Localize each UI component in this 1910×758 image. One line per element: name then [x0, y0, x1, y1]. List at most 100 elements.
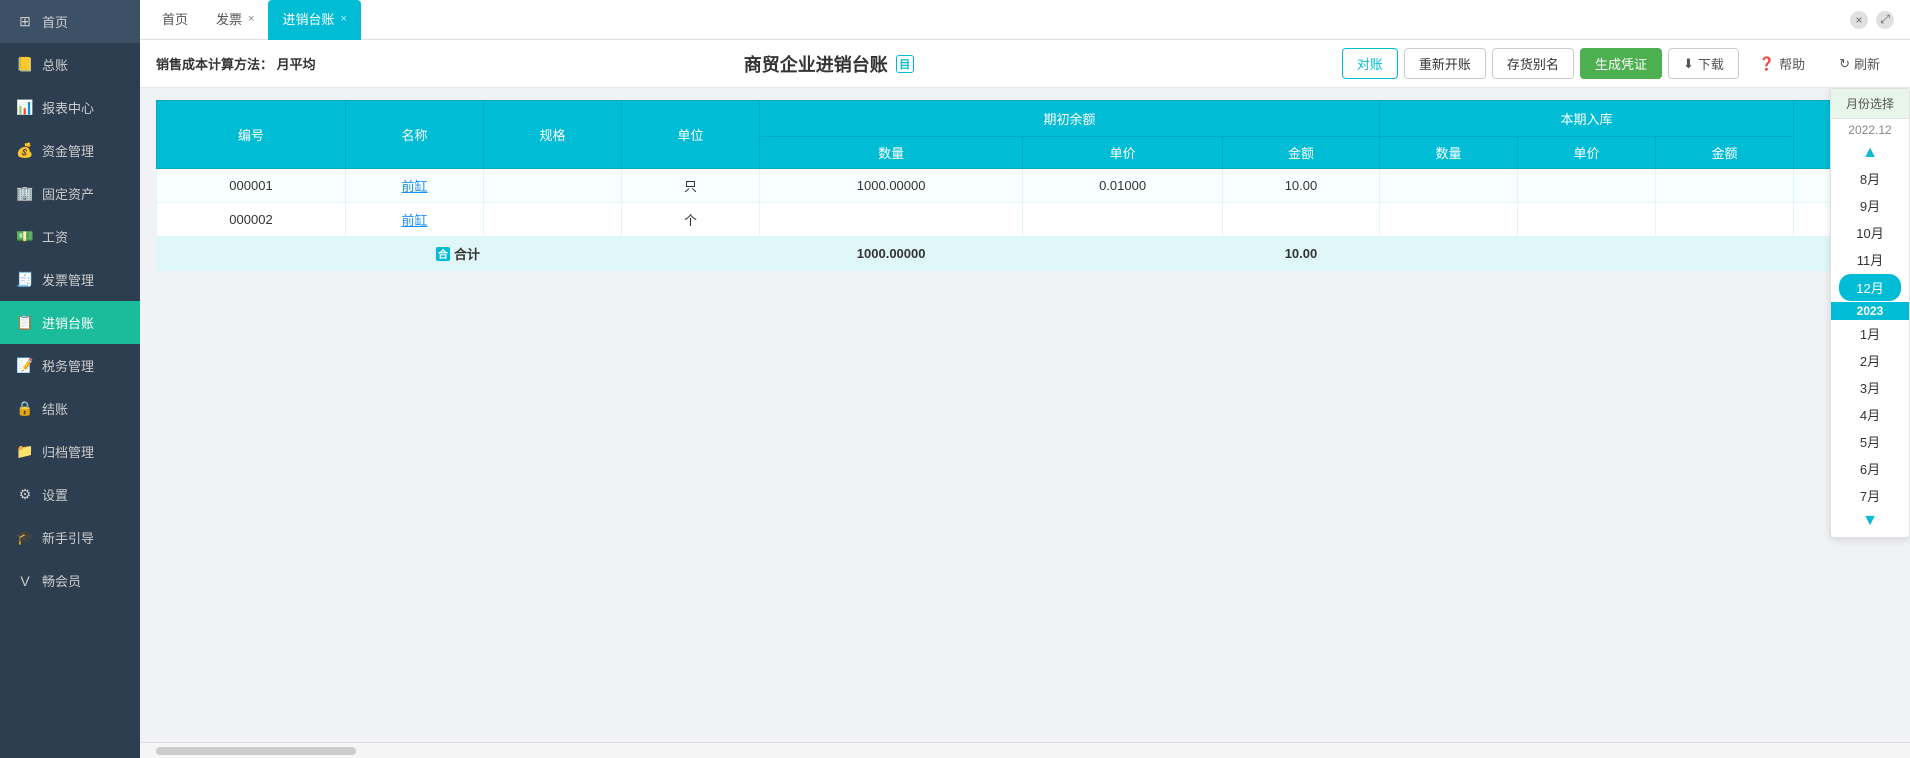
month-scroll-up[interactable]: ▲	[1831, 141, 1909, 165]
month-item[interactable]: 7月	[1831, 482, 1909, 509]
cell-initial-amount	[1222, 203, 1379, 237]
sidebar-label-tax: 税务管理	[42, 356, 94, 375]
horizontal-scrollbar-thumb[interactable]	[156, 747, 356, 755]
total-in-price	[1518, 237, 1656, 271]
cell-spec	[484, 203, 622, 237]
sidebar: ⊞首页📒总账 📊 报表中心 💰资金管理🏢固定资产 💵 工资 🧾发票管理📋进销台账 📝 税务管理 🔒…	[0, 0, 140, 758]
sidebar-icon-vip: V	[16, 573, 34, 589]
sidebar-item-archive[interactable]: 📁归档管理	[0, 430, 140, 473]
sidebar-item-vip[interactable]: V畅会员	[0, 559, 140, 602]
sidebar-item-home[interactable]: ⊞首页	[0, 0, 140, 43]
cell-in-amount	[1656, 203, 1794, 237]
sidebar-icon-payroll: 💵	[16, 228, 34, 245]
month-item[interactable]: 6月	[1831, 455, 1909, 482]
sidebar-label-purchase-sales: 进销台账	[42, 313, 94, 332]
window-controls: × ⤢	[1850, 11, 1902, 29]
month-item[interactable]: 8月	[1831, 165, 1909, 192]
col-in-amount: 金额	[1656, 137, 1794, 169]
reconcile-button[interactable]: 对账	[1342, 48, 1398, 79]
refresh-button[interactable]: ↻ 刷新	[1825, 49, 1894, 78]
sidebar-item-payroll[interactable]: 💵 工资	[0, 215, 140, 258]
sidebar-icon-ledger: 📒	[16, 56, 34, 73]
cell-code: 000001	[157, 169, 346, 203]
page-title: 商贸企业进销台账 目	[316, 51, 1342, 77]
sidebar-item-reports[interactable]: 📊 报表中心	[0, 86, 140, 129]
month-item[interactable]: 11月	[1831, 246, 1909, 273]
month-item[interactable]: 5月	[1831, 428, 1909, 455]
cell-name: 前缸	[346, 203, 484, 237]
tab-close-purchase-tab[interactable]: ×	[340, 13, 346, 25]
col-code: 编号	[157, 101, 346, 169]
sidebar-icon-tax: 📝	[16, 357, 34, 374]
table-section: 编号 名称 规格 单位 期初余额 本期入库 数 数量 单价 金额 数量 单价	[140, 88, 1910, 742]
maximize-window-button[interactable]: ⤢	[1876, 11, 1894, 29]
close-window-button[interactable]: ×	[1850, 11, 1868, 29]
save-alias-button[interactable]: 存货别名	[1492, 48, 1574, 79]
sidebar-item-settings[interactable]: ⚙设置	[0, 473, 140, 516]
info-icon[interactable]: 目	[896, 55, 914, 73]
sidebar-label-reports: 报表中心	[42, 98, 94, 117]
sidebar-item-invoice-mgmt[interactable]: 🧾发票管理	[0, 258, 140, 301]
col-initial-price: 单价	[1023, 137, 1223, 169]
tab-label-home-tab: 首页	[162, 9, 188, 28]
col-group-initial: 期初余额	[760, 101, 1380, 137]
sidebar-label-guide: 新手引导	[42, 528, 94, 547]
sidebar-item-funds[interactable]: 💰资金管理	[0, 129, 140, 172]
main-area: 首页发票×进销台账× × ⤢ 销售成本计算方法： 月平均 商贸企业进销台账 目 …	[140, 0, 1910, 758]
reopen-button[interactable]: 重新开账	[1404, 48, 1486, 79]
sidebar-icon-funds: 💰	[16, 142, 34, 159]
total-in-qty	[1380, 237, 1518, 271]
tab-invoice-tab[interactable]: 发票 ×	[202, 0, 268, 40]
sidebar-item-assets[interactable]: 🏢固定资产	[0, 172, 140, 215]
sidebar-item-close[interactable]: 🔒结账	[0, 387, 140, 430]
month-panel-title: 月份选择	[1831, 89, 1909, 119]
table-group-header-row: 编号 名称 规格 单位 期初余额 本期入库 数	[157, 101, 1894, 137]
sidebar-icon-reports: 📊	[16, 99, 34, 116]
month-item[interactable]: 4月	[1831, 401, 1909, 428]
month-item[interactable]: 2月	[1831, 347, 1909, 374]
col-name: 名称	[346, 101, 484, 169]
download-icon: ⬇	[1683, 56, 1694, 72]
cell-in-price	[1518, 203, 1656, 237]
total-text: 合计	[454, 244, 480, 263]
download-button[interactable]: ⬇ 下载	[1668, 48, 1739, 79]
col-group-in: 本期入库	[1380, 101, 1794, 137]
tab-label-purchase-tab: 进销台账	[282, 9, 334, 28]
tab-purchase-tab[interactable]: 进销台账 ×	[268, 0, 360, 40]
tab-close-invoice-tab[interactable]: ×	[248, 13, 254, 25]
cell-spec	[484, 169, 622, 203]
purchase-sales-table: 编号 名称 规格 单位 期初余额 本期入库 数 数量 单价 金额 数量 单价	[156, 100, 1894, 271]
total-in-amount	[1656, 237, 1794, 271]
month-item[interactable]: 3月	[1831, 374, 1909, 401]
month-item[interactable]: 10月	[1831, 219, 1909, 246]
sales-method-label: 销售成本计算方法： 月平均	[156, 54, 316, 73]
sidebar-item-tax[interactable]: 📝 税务管理	[0, 344, 140, 387]
table-total-row: 合 合计 1000.00000 10.00	[157, 237, 1894, 271]
sidebar-icon-assets: 🏢	[16, 185, 34, 202]
tab-label-invoice-tab: 发票	[216, 9, 242, 28]
sidebar-label-close: 结账	[42, 399, 68, 418]
total-initial-qty: 1000.00000	[760, 237, 1023, 271]
help-button[interactable]: ❓ 帮助	[1745, 49, 1819, 78]
cell-in-amount	[1656, 169, 1794, 203]
sales-method-value: 月平均	[277, 57, 316, 72]
month-item[interactable]: 9月	[1831, 192, 1909, 219]
col-in-price: 单价	[1518, 137, 1656, 169]
col-in-qty: 数量	[1380, 137, 1518, 169]
month-scroll-down[interactable]: ▼	[1831, 509, 1909, 533]
refresh-icon: ↻	[1839, 56, 1850, 72]
month-item-current[interactable]: 12月	[1839, 274, 1901, 301]
generate-voucher-button[interactable]: 生成凭证	[1580, 48, 1662, 79]
table-row: 000001 前缸 只 1000.00000 0.01000 10.00	[157, 169, 1894, 203]
sidebar-label-home: 首页	[42, 12, 68, 31]
cell-code: 000002	[157, 203, 346, 237]
tab-home-tab[interactable]: 首页	[148, 0, 202, 40]
sidebar-item-purchase-sales[interactable]: 📋进销台账	[0, 301, 140, 344]
col-spec: 规格	[484, 101, 622, 169]
sidebar-item-guide[interactable]: 🎓新手引导	[0, 516, 140, 559]
sidebar-item-ledger[interactable]: 📒总账	[0, 43, 140, 86]
col-unit: 单位	[622, 101, 760, 169]
sidebar-label-payroll: 工资	[42, 227, 68, 246]
horizontal-scrollbar-area[interactable]	[140, 742, 1910, 758]
month-item[interactable]: 1月	[1831, 320, 1909, 347]
